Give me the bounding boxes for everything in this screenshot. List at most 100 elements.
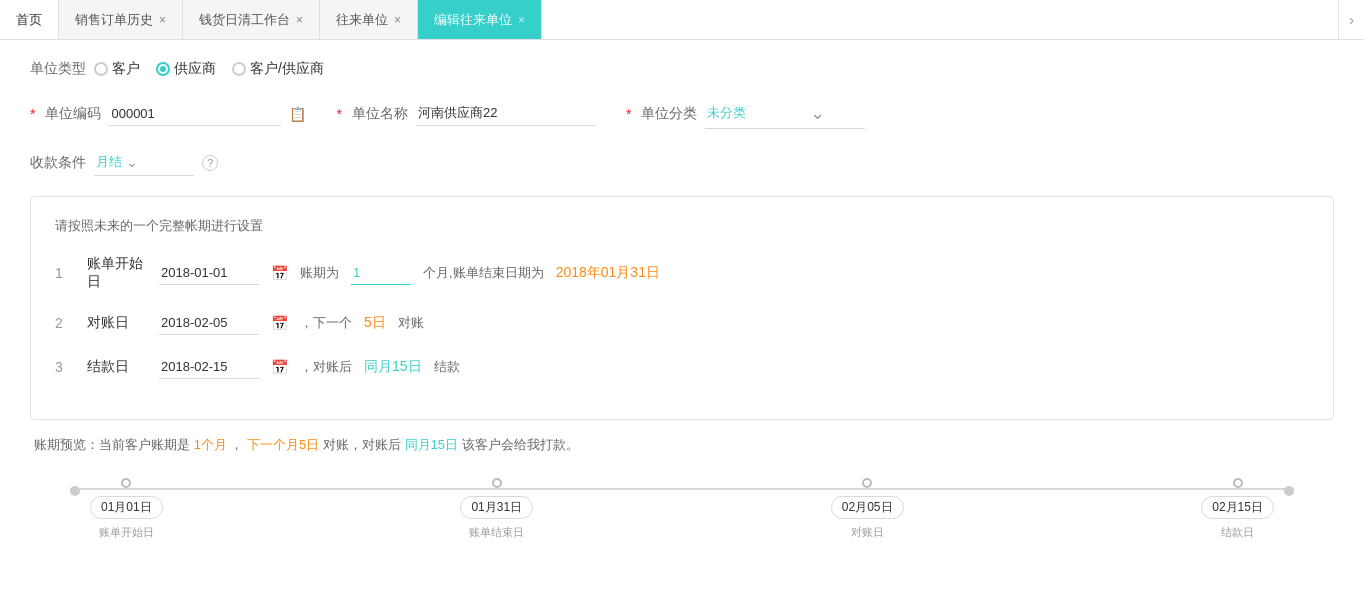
radio-supplier[interactable]: 供应商 [156, 60, 216, 78]
unit-type-radio-group: 客户 供应商 客户/供应商 [94, 60, 324, 78]
payment-chevron-icon: ⌄ [126, 154, 138, 170]
unit-code-field: * 单位编码 📋 [30, 102, 306, 126]
preview-text4: 该客户会给我打款。 [462, 437, 579, 452]
timeline: 01月01日 账单开始日 01月31日 账单结束日 02月05日 对账日 02月… [90, 478, 1274, 540]
tab-edit-partner[interactable]: 编辑往来单位 × [418, 0, 542, 39]
main-content: 单位类型 客户 供应商 客户/供应商 * 单位编码 [0, 40, 1364, 608]
timeline-dot-4 [1233, 478, 1243, 488]
setting-row-3: 3 结款日 📅 ，对账后 同月15日 结款 [55, 355, 1309, 379]
timeline-sub-4: 结款日 [1221, 525, 1254, 540]
row-num-1: 1 [55, 265, 75, 281]
tab-sales-history[interactable]: 销售订单历史 × [59, 0, 183, 39]
reconcile-suffix: 对账 [398, 314, 424, 332]
tab-home[interactable]: 首页 [0, 0, 59, 39]
tab-partner-label: 往来单位 [336, 11, 388, 29]
reconcile-date-input[interactable] [159, 311, 259, 335]
radio-customer-supplier-label: 客户/供应商 [250, 60, 324, 78]
timeline-dot-3 [862, 478, 872, 488]
preview-part2: 下一个月5日 [247, 437, 319, 452]
start-date-input[interactable] [159, 261, 259, 285]
row-type-1: 账单开始日 [87, 255, 147, 291]
preview-text2: ， [230, 437, 243, 452]
setting-row-2: 2 对账日 📅 ，下一个 5日 对账 [55, 311, 1309, 335]
timeline-right-dot [1284, 486, 1294, 496]
radio-customer-circle [94, 62, 108, 76]
preview-text: 账期预览：当前客户账期是 1个月 ， 下一个月5日 对账，对账后 同月15日 该… [30, 436, 1334, 454]
category-select[interactable]: 未分类 ⌄ [705, 98, 865, 129]
category-label: 单位分类 [641, 105, 697, 123]
period-label: 账期为 [300, 264, 339, 282]
category-chevron-icon: ⌄ [810, 102, 825, 124]
preview-text3: 对账，对账后 [323, 437, 401, 452]
row-type-3: 结款日 [87, 358, 147, 376]
start-date-cal-icon[interactable]: 📅 [271, 265, 288, 281]
timeline-label-3: 02月05日 [831, 496, 904, 519]
radio-customer-supplier-circle [232, 62, 246, 76]
name-input[interactable] [416, 102, 596, 126]
code-label: 单位编码 [45, 105, 101, 123]
tab-cash-work[interactable]: 钱货日清工作台 × [183, 0, 320, 39]
timeline-point-2: 01月31日 账单结束日 [460, 478, 533, 540]
payment-field: 收款条件 月结 ⌄ ? [30, 149, 218, 176]
code-required: * [30, 106, 35, 122]
period-input[interactable] [351, 261, 411, 285]
payment-prefix: ，对账后 [300, 358, 352, 376]
reconcile-date-cal-icon[interactable]: 📅 [271, 315, 288, 331]
payment-date-cal-icon[interactable]: 📅 [271, 359, 288, 375]
tab-cash-work-label: 钱货日清工作台 [199, 11, 290, 29]
preview-part1: 1个月 [194, 437, 227, 452]
timeline-label-2: 01月31日 [460, 496, 533, 519]
timeline-point-4: 02月15日 结款日 [1201, 478, 1274, 540]
row-type-2: 对账日 [87, 314, 147, 332]
unit-type-field: 单位类型 客户 供应商 客户/供应商 [30, 60, 324, 78]
payment-select[interactable]: 月结 ⌄ [94, 149, 194, 176]
radio-customer[interactable]: 客户 [94, 60, 140, 78]
tab-sales-history-label: 销售订单历史 [75, 11, 153, 29]
unit-info-row: * 单位编码 📋 * 单位名称 * 单位分类 未分类 ⌄ [30, 98, 1334, 129]
payment-day-highlight: 同月15日 [364, 358, 422, 376]
tab-bar: 首页 销售订单历史 × 钱货日清工作台 × 往来单位 × 编辑往来单位 × › [0, 0, 1364, 40]
period-section: 请按照未来的一个完整帐期进行设置 1 账单开始日 📅 账期为 个月,账单结束日期… [30, 196, 1334, 420]
tab-more-chevron[interactable]: › [1338, 0, 1364, 39]
section-title: 请按照未来的一个完整帐期进行设置 [55, 217, 1309, 235]
preview-label: 账期预览：当前客户账期是 [34, 437, 190, 452]
timeline-dot-1 [121, 478, 131, 488]
timeline-point-1: 01月01日 账单开始日 [90, 478, 163, 540]
timeline-left-dot [70, 486, 80, 496]
name-required: * [336, 106, 341, 122]
tab-sales-history-close[interactable]: × [159, 13, 166, 27]
timeline-dot-2 [492, 478, 502, 488]
unit-name-field: * 单位名称 [336, 102, 595, 126]
period-end-date: 2018年01月31日 [556, 264, 660, 282]
radio-customer-label: 客户 [112, 60, 140, 78]
timeline-point-3: 02月05日 对账日 [831, 478, 904, 540]
row-num-2: 2 [55, 315, 75, 331]
timeline-label-4: 02月15日 [1201, 496, 1274, 519]
unit-category-field: * 单位分类 未分类 ⌄ [626, 98, 865, 129]
category-value: 未分类 [707, 104, 746, 122]
code-doc-icon[interactable]: 📋 [289, 106, 306, 122]
radio-customer-supplier[interactable]: 客户/供应商 [232, 60, 324, 78]
name-label: 单位名称 [352, 105, 408, 123]
payment-help-icon[interactable]: ? [202, 155, 218, 171]
tab-partner[interactable]: 往来单位 × [320, 0, 418, 39]
tab-edit-partner-label: 编辑往来单位 [434, 11, 512, 29]
tab-cash-work-close[interactable]: × [296, 13, 303, 27]
payment-label: 收款条件 [30, 154, 86, 172]
timeline-sub-2: 账单结束日 [469, 525, 524, 540]
period-unit: 个月,账单结束日期为 [423, 264, 544, 282]
code-input[interactable] [109, 102, 281, 126]
timeline-label-1: 01月01日 [90, 496, 163, 519]
reconcile-day-highlight: 5日 [364, 314, 386, 332]
unit-type-label: 单位类型 [30, 60, 86, 78]
timeline-sub-3: 对账日 [851, 525, 884, 540]
preview-part3: 同月15日 [405, 437, 458, 452]
timeline-sub-1: 账单开始日 [99, 525, 154, 540]
category-required: * [626, 106, 631, 122]
tab-edit-partner-close[interactable]: × [518, 13, 525, 27]
tab-partner-close[interactable]: × [394, 13, 401, 27]
payment-value: 月结 [96, 153, 122, 171]
radio-supplier-circle [156, 62, 170, 76]
setting-row-1: 1 账单开始日 📅 账期为 个月,账单结束日期为 2018年01月31日 [55, 255, 1309, 291]
payment-date-input[interactable] [159, 355, 259, 379]
